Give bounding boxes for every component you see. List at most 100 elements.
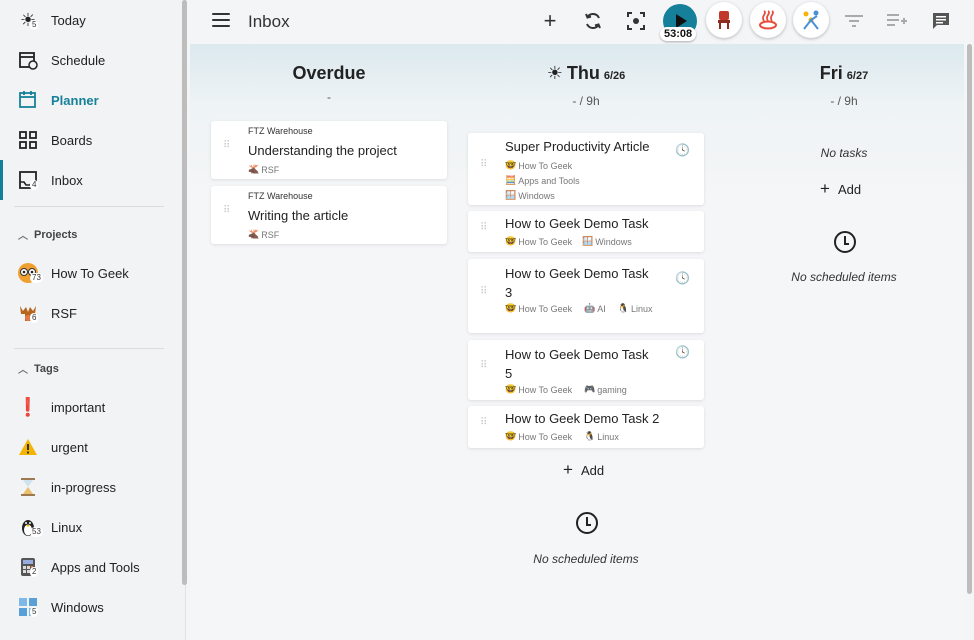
linux-badge: 53 [30, 527, 43, 537]
column-day-thu: Thu [566, 63, 600, 83]
column-date-thu: 6/26 [603, 70, 626, 82]
juggling-icon[interactable] [793, 2, 829, 38]
task-tag: 🫎 RSF [248, 229, 280, 240]
add-task-thu-button[interactable]: + Add [563, 460, 604, 480]
tag-item-important[interactable]: ❗ important [0, 387, 182, 427]
notes-comment-icon[interactable] [928, 8, 954, 34]
filter-icon[interactable] [841, 8, 867, 34]
drag-handle-icon[interactable]: ⠿ [480, 287, 488, 303]
add-label: Add [837, 181, 862, 197]
tags-section-header[interactable]: ︿ Tags [18, 361, 59, 377]
drag-handle-icon[interactable]: ⠿ [223, 206, 231, 222]
windows-logo-icon: 🪟 [505, 190, 517, 200]
drag-handle-icon[interactable]: ⠿ [480, 222, 488, 239]
schedule-clock-icon[interactable]: 🕓 [675, 345, 690, 359]
task-card[interactable]: ⠿ How to Geek Demo Task 5 🕓 🤓 How To Geek… [468, 340, 704, 400]
nav-label-boards: Boards [51, 132, 93, 148]
sidebar-divider [14, 206, 164, 207]
drag-handle-icon[interactable]: ⠿ [480, 361, 488, 377]
task-card[interactable]: ⠿ FTZ Warehouse Writing the article 🫎 RSF [211, 186, 447, 244]
add-to-list-icon[interactable] [884, 8, 910, 34]
schedule-clock-icon[interactable]: 🕓 [675, 143, 690, 157]
no-scheduled-items-thu: No scheduled items [533, 552, 639, 566]
tag-label-linux: Linux [51, 519, 83, 535]
projects-section-header[interactable]: ︿ Projects [18, 227, 78, 243]
calculator-icon: 🧮 [505, 175, 517, 185]
task-tag: 🤓 How To Geek [505, 303, 573, 314]
game-controller-icon: 🎮 [584, 384, 596, 394]
plus-icon: + [563, 460, 573, 479]
sidebar-divider [14, 348, 164, 349]
penguin-icon: 🐧 [584, 431, 596, 441]
tag-item-apps-and-tools[interactable]: 2 Apps and Tools [0, 547, 182, 587]
add-task-icon[interactable]: + [537, 8, 563, 34]
sidebar-scrollbar[interactable] [182, 0, 187, 585]
task-card[interactable]: ⠿ Super Productivity Article 🕓 🤓 How To G… [468, 133, 704, 205]
task-tag: 🤓 How To Geek [505, 384, 573, 395]
task-card[interactable]: ⠿ How to Geek Demo Task 3 🕓 🤓 How To Geek… [468, 259, 704, 333]
boards-grid-icon [16, 128, 40, 152]
exclamation-icon: ❗ [16, 396, 40, 417]
column-day-fri: Fri [819, 63, 843, 83]
add-task-fri-button[interactable]: + Add [820, 179, 861, 199]
alarm-clock-icon [576, 512, 598, 534]
project-label-rsf: RSF [51, 305, 77, 321]
drag-handle-icon[interactable]: ⠿ [223, 141, 231, 157]
tag-item-in-progress[interactable]: in-progress [0, 467, 182, 507]
no-tasks-fri: No tasks [820, 146, 868, 160]
hourglass-icon [16, 475, 40, 499]
column-header-overdue: Overdue - [211, 63, 447, 104]
drag-handle-icon[interactable]: ⠿ [480, 418, 488, 434]
how-to-geek-icon: 🤓 [505, 431, 517, 441]
add-label: Add [580, 462, 605, 478]
task-tag: 🪟 Windows [582, 236, 632, 247]
task-tag: 🪟 Windows [505, 190, 555, 201]
hot-springs-icon[interactable] [750, 2, 786, 38]
task-card[interactable]: ⠿ How to Geek Demo Task 🤓 How To Geek 🪟 Wi… [468, 211, 704, 252]
projects-header-label: Projects [34, 228, 78, 241]
nav-item-boards[interactable]: Boards [0, 120, 182, 160]
column-sub-overdue: - [327, 90, 331, 104]
sync-icon[interactable] [580, 8, 606, 34]
tag-item-linux[interactable]: 53 Linux [0, 507, 182, 547]
nav-item-inbox[interactable]: 4 Inbox [0, 160, 182, 200]
plus-icon: + [820, 179, 830, 198]
how-to-geek-icon: 🤓 [505, 384, 517, 394]
how-to-geek-icon: 🤓 [505, 160, 517, 170]
tag-label-windows: Windows [51, 599, 104, 615]
task-title: Understanding the project [248, 143, 397, 158]
column-day-overdue: Overdue [292, 63, 366, 83]
nav-item-planner[interactable]: Planner [0, 80, 182, 120]
chair-break-icon[interactable] [706, 2, 742, 38]
task-tag: 🤓 How To Geek [505, 160, 573, 171]
task-card[interactable]: ⠿ How to Geek Demo Task 2 🤓 How To Geek 🐧… [468, 406, 704, 448]
penguin-icon: 🐧 [617, 303, 630, 313]
main-scrollbar[interactable] [967, 44, 972, 594]
project-item-how-to-geek[interactable]: 73 How To Geek [0, 253, 182, 293]
focus-mode-icon[interactable] [623, 8, 649, 34]
drag-handle-icon[interactable]: ⠿ [480, 160, 488, 176]
column-header-fri: Fri 6/27 - / 9h [726, 63, 962, 108]
task-tag: 🤓 How To Geek [505, 236, 573, 247]
nav-item-today[interactable]: ☀ 5 Today [0, 0, 182, 40]
task-card[interactable]: ⠿ FTZ Warehouse Understanding the projec… [211, 121, 447, 179]
sun-icon: ☀ [546, 63, 563, 83]
windows-logo-icon: 🪟 [582, 236, 594, 246]
task-tag: 🐧 Linux [617, 303, 653, 314]
warning-icon [16, 435, 40, 459]
nav-label-inbox: Inbox [51, 172, 83, 188]
no-scheduled-items-fri: No scheduled items [791, 270, 897, 284]
tag-item-windows[interactable]: 5 Windows [0, 587, 182, 627]
menu-icon[interactable] [212, 13, 230, 27]
how-to-geek-badge: 73 [30, 273, 43, 283]
column-sub-thu: - / 9h [572, 94, 600, 108]
alarm-clock-icon [834, 231, 856, 253]
nav-item-schedule[interactable]: Schedule [0, 40, 182, 80]
task-tag: 🤖 AI [584, 303, 606, 314]
task-tag: 🐧 Linux [584, 431, 619, 442]
tag-item-urgent[interactable]: urgent [0, 427, 182, 467]
schedule-clock-icon[interactable]: 🕓 [675, 271, 690, 285]
calendar-clock-icon [16, 48, 40, 72]
project-item-rsf[interactable]: 6 RSF [0, 293, 182, 333]
page-title: Inbox [248, 12, 290, 31]
